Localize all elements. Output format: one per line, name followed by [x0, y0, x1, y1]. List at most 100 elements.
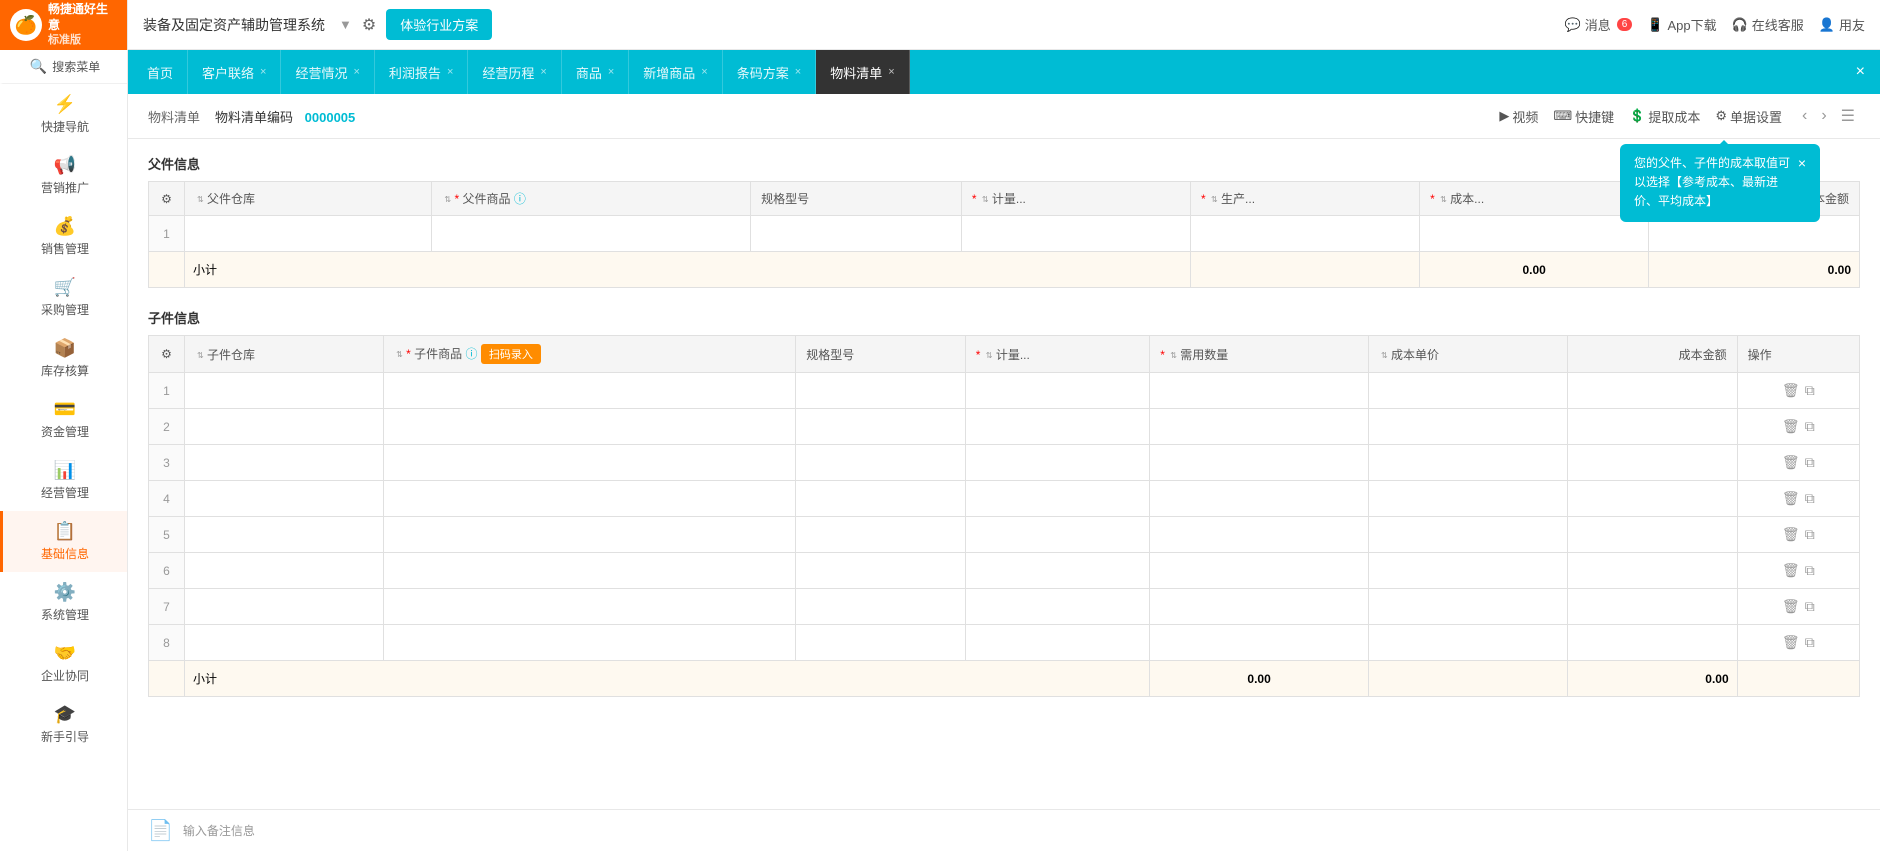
sort-icon-c5[interactable]: ⇅ [1381, 351, 1388, 360]
sidebar-item-operations[interactable]: 📊 经营管理 [0, 450, 127, 511]
parent-spec-cell[interactable] [751, 216, 962, 252]
child-unit-1[interactable] [965, 373, 1149, 409]
copy-icon-2[interactable]: ⧉ [1805, 418, 1815, 435]
parent-unit-cell[interactable] [961, 216, 1190, 252]
prev-arrow[interactable]: ‹ [1797, 105, 1812, 127]
tabs-close-all[interactable]: × [1846, 63, 1875, 81]
menu-icon[interactable]: ☰ [1836, 104, 1860, 128]
support-item[interactable]: 🎧 在线客服 [1732, 15, 1804, 34]
parent-col-settings[interactable]: ⚙ [149, 182, 185, 216]
sidebar-item-guide[interactable]: 🎓 新手引导 [0, 694, 127, 755]
child-spec-1[interactable] [796, 373, 966, 409]
sort-icon-c2[interactable]: ⇅ [396, 350, 403, 359]
tab-customer[interactable]: 客户联络 × [188, 50, 281, 94]
action-shortcuts[interactable]: ⌨ 快捷键 [1553, 107, 1614, 126]
delete-icon-4[interactable]: 🗑 [1782, 490, 1800, 507]
child-warehouse-1[interactable] [185, 373, 384, 409]
tab-profit-close[interactable]: × [447, 66, 453, 78]
sort-icon-c3[interactable]: ⇅ [986, 351, 993, 360]
delete-icon-1[interactable]: 🗑 [1782, 382, 1800, 399]
tab-bom[interactable]: 物料清单 × [816, 50, 909, 94]
sort-icon2[interactable]: ⇅ [444, 195, 451, 204]
settings-icon[interactable]: ⚙ [362, 15, 376, 35]
scan-button[interactable]: 扫码录入 [481, 344, 541, 364]
sort-icon3[interactable]: ⇅ [982, 195, 989, 204]
tab-new-goods-close[interactable]: × [701, 66, 707, 78]
sidebar-item-basic-info[interactable]: 📋 基础信息 [0, 511, 127, 572]
delete-icon-7[interactable]: 🗑 [1782, 598, 1800, 615]
tab-profit[interactable]: 利润报告 × [375, 50, 468, 94]
child-cost-price-2[interactable] [1368, 409, 1567, 445]
topbar-left: 装备及固定资产辅助管理系统 ▼ ⚙ 体验行业方案 [143, 9, 492, 40]
sort-icon-c4[interactable]: ⇅ [1170, 351, 1177, 360]
child-goods-1[interactable] [384, 373, 796, 409]
copy-icon-8[interactable]: ⧉ [1805, 634, 1815, 651]
copy-icon-3[interactable]: ⧉ [1805, 454, 1815, 471]
child-needed-1[interactable] [1150, 373, 1369, 409]
sort-icon5[interactable]: ⇅ [1440, 195, 1447, 204]
copy-icon-6[interactable]: ⧉ [1805, 562, 1815, 579]
sort-icon-c1[interactable]: ⇅ [197, 351, 204, 360]
delete-icon-3[interactable]: 🗑 [1782, 454, 1800, 471]
sort-icon4[interactable]: ⇅ [1211, 195, 1218, 204]
message-item[interactable]: 💬 消息 6 [1565, 15, 1633, 34]
copy-icon-5[interactable]: ⧉ [1805, 526, 1815, 543]
tab-goods[interactable]: 商品 × [562, 50, 629, 94]
sort-icon[interactable]: ⇅ [197, 195, 204, 204]
sidebar-item-purchase[interactable]: 🛒 采购管理 [0, 267, 127, 328]
child-spec-2[interactable] [796, 409, 966, 445]
sidebar-item-sales[interactable]: 💰 销售管理 [0, 206, 127, 267]
tab-history-close[interactable]: × [540, 66, 546, 78]
tab-barcode[interactable]: 条码方案 × [723, 50, 816, 94]
sidebar-item-system[interactable]: ⚙️ 系统管理 [0, 572, 127, 633]
delete-icon-2[interactable]: 🗑 [1782, 418, 1800, 435]
tab-operations[interactable]: 经营情况 × [281, 50, 374, 94]
single-settings-icon: ⚙ [1715, 108, 1727, 124]
tab-new-goods[interactable]: 新增商品 × [629, 50, 722, 94]
parent-goods-cell[interactable] [432, 216, 751, 252]
child-goods-2[interactable] [384, 409, 796, 445]
parent-produce-cell[interactable] [1190, 216, 1419, 252]
child-cost-price-1[interactable] [1368, 373, 1567, 409]
parent-warehouse-cell[interactable] [185, 216, 432, 252]
delete-icon-6[interactable]: 🗑 [1782, 562, 1800, 579]
copy-icon-4[interactable]: ⧉ [1805, 490, 1815, 507]
sidebar-item-search[interactable]: 🔍 搜索菜单 [0, 50, 127, 84]
app-download-item[interactable]: 📱 App下载 [1647, 15, 1716, 34]
sidebar-item-quick-nav[interactable]: ⚡ 快捷导航 [0, 84, 127, 145]
action-get-cost[interactable]: 💲 提取成本 [1629, 107, 1700, 126]
tab-barcode-close[interactable]: × [795, 66, 801, 78]
child-needed-2[interactable] [1150, 409, 1369, 445]
child-col-settings[interactable]: ⚙ [149, 336, 185, 373]
tab-home[interactable]: 首页 [133, 50, 188, 94]
tab-history[interactable]: 经营历程 × [468, 50, 561, 94]
delete-icon-8[interactable]: 🗑 [1782, 634, 1800, 651]
notes-placeholder[interactable]: 输入备注信息 [183, 822, 255, 839]
copy-icon-1[interactable]: ⧉ [1805, 382, 1815, 399]
sidebar-item-inventory[interactable]: 📦 库存核算 [0, 328, 127, 389]
next-arrow[interactable]: › [1816, 105, 1831, 127]
system-title: 装备及固定资产辅助管理系统 [143, 15, 325, 35]
sidebar-item-enterprise[interactable]: 🤝 企业协同 [0, 633, 127, 694]
copy-icon-7[interactable]: ⧉ [1805, 598, 1815, 615]
action-single-settings[interactable]: ⚙ 单据设置 [1715, 107, 1782, 126]
child-row-5: 5 🗑 ⧉ [149, 517, 1860, 553]
trial-button[interactable]: 体验行业方案 [386, 9, 492, 40]
system-dropdown-icon[interactable]: ▼ [339, 17, 352, 32]
sidebar-item-marketing[interactable]: 📢 营销推广 [0, 145, 127, 206]
user-item[interactable]: 👤 用友 [1819, 15, 1865, 34]
child-col-cost-amount: 成本金额 [1568, 336, 1738, 373]
tab-operations-close[interactable]: × [353, 66, 359, 78]
info-icon-c[interactable]: ⓘ [466, 347, 478, 361]
parent-cost-cell[interactable] [1420, 216, 1649, 252]
tab-bom-close[interactable]: × [888, 66, 894, 78]
action-video[interactable]: ▶ 视频 [1499, 107, 1538, 126]
delete-icon-5[interactable]: 🗑 [1782, 526, 1800, 543]
tab-goods-close[interactable]: × [608, 66, 614, 78]
child-unit-2[interactable] [965, 409, 1149, 445]
child-warehouse-2[interactable] [185, 409, 384, 445]
sidebar-item-finance[interactable]: 💳 资金管理 [0, 389, 127, 450]
info-icon[interactable]: ⓘ [514, 192, 526, 206]
tooltip-close[interactable]: × [1798, 152, 1806, 174]
tab-customer-close[interactable]: × [260, 66, 266, 78]
